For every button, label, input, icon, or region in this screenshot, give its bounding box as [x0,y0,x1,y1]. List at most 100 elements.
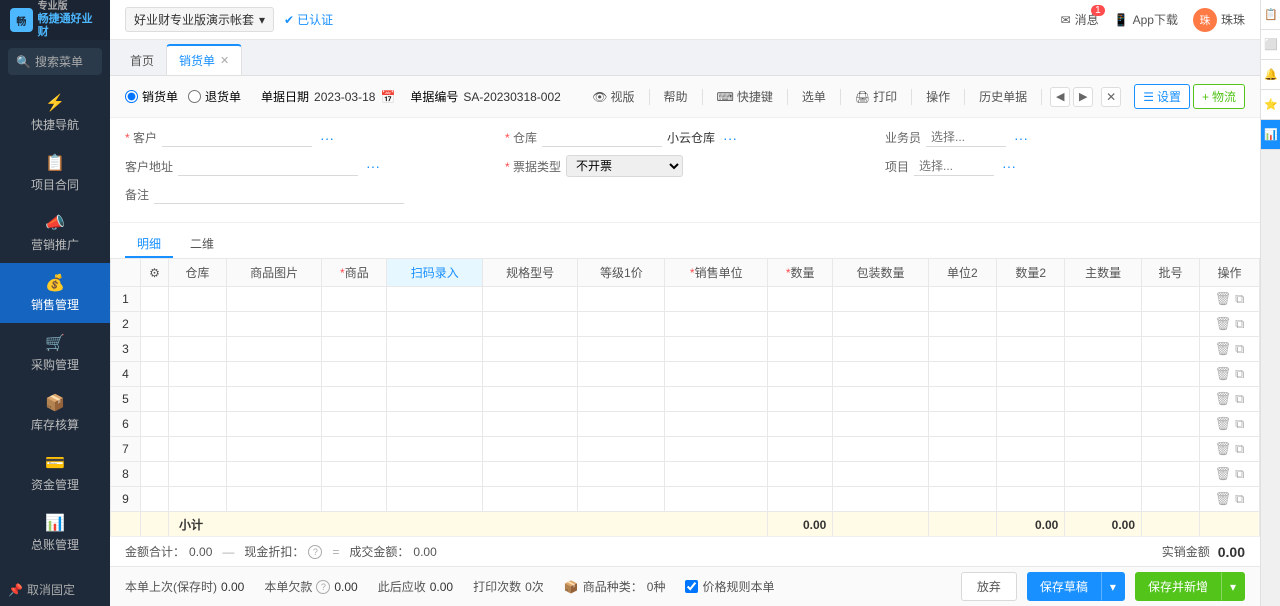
warehouse-dots[interactable]: ··· [723,130,737,146]
row-1-unit2[interactable] [928,287,996,312]
row-7-copy-icon[interactable]: ⧉ [1235,441,1244,457]
row-9-delete-icon[interactable]: 🗑 [1215,491,1232,507]
row-4-delete-icon[interactable]: 🗑 [1215,366,1232,382]
sidebar-item-xiangmuhetong[interactable]: 📋 项目合同 [0,143,110,203]
row-5-copy-icon[interactable]: ⧉ [1235,391,1244,407]
row-2-pack-qty[interactable] [833,312,928,337]
sidebar-item-zongzhangguanli[interactable]: 📊 总账管理 [0,503,110,563]
staff-input[interactable] [926,128,1006,147]
action-bangzhu[interactable]: 帮助 [658,86,694,107]
tab-sales-order[interactable]: 销货单 ✕ [166,44,242,75]
row-2-price1[interactable] [578,312,665,337]
row-2-batch[interactable] [1142,312,1200,337]
sidebar-item-caigouguanli[interactable]: 🛒 采购管理 [0,323,110,383]
right-btn-4[interactable]: ⭐ [1261,90,1280,120]
right-btn-5[interactable]: 📊 [1261,120,1280,150]
row-2-product[interactable] [322,312,387,337]
row-8-copy-icon[interactable]: ⧉ [1235,466,1244,482]
action-kuaijiejian[interactable]: ⌨ 快捷键 [711,86,779,107]
row-9-copy-icon[interactable]: ⧉ [1235,491,1244,507]
row-1-spec[interactable] [482,287,577,312]
sidebar-search-area[interactable]: 🔍 搜索菜单 [0,40,110,83]
sidebar-item-xiaoshouguanli[interactable]: 💰 销售管理 [0,263,110,323]
row-1-product[interactable] [322,287,387,312]
tab-close-icon[interactable]: ✕ [220,54,229,67]
close-button[interactable]: ✕ [1101,87,1121,107]
row-1-main-qty[interactable] [1065,287,1142,312]
customer-dots[interactable]: ··· [320,130,334,146]
row-2-delete-icon[interactable]: 🗑 [1215,316,1232,332]
company-selector[interactable]: 好业财专业版演示帐套 ▾ [125,7,274,32]
tab-home[interactable]: 首页 [120,46,164,75]
row-2-spec[interactable] [482,312,577,337]
next-arrow[interactable]: ▶ [1073,87,1093,107]
row-3-delete-icon[interactable]: 🗑 [1215,341,1232,357]
help-icon[interactable]: ? [308,545,322,559]
sidebar-item-kuaijiedaohang[interactable]: ⚡ 快捷导航 [0,83,110,143]
note-input[interactable] [154,185,404,204]
row-1-pack-qty[interactable] [833,287,928,312]
message-button[interactable]: ✉ 消息 1 [1061,11,1099,28]
sidebar-item-fapinguanli[interactable]: 🧾 发票管理 [0,563,110,573]
project-dots[interactable]: ··· [1002,158,1016,174]
address-input[interactable] [178,157,358,176]
row-1-delete-icon[interactable]: 🗑 [1215,291,1232,307]
settings-button[interactable]: ☰ 设置 [1134,84,1190,109]
radio-sale-input[interactable] [125,90,138,103]
app-download-button[interactable]: 📱 App下载 [1114,11,1178,28]
row-2-unit2[interactable] [928,312,996,337]
right-btn-2[interactable]: ⬜ [1261,30,1280,60]
row-8-delete-icon[interactable]: 🗑 [1215,466,1232,482]
right-btn-1[interactable]: 📋 [1261,0,1280,30]
row-2-unit[interactable] [665,312,768,337]
row-5-delete-icon[interactable]: 🗑 [1215,391,1232,407]
abandon-button[interactable]: 放弃 [961,572,1017,601]
right-btn-3[interactable]: 🔔 [1261,60,1280,90]
row-6-copy-icon[interactable]: ⧉ [1235,416,1244,432]
row-1-qty[interactable] [768,287,833,312]
radio-return-input[interactable] [188,90,201,103]
save-new-button[interactable]: 保存并新增 [1135,572,1221,601]
sidebar-item-kucunhesuan[interactable]: 📦 库存核算 [0,383,110,443]
sidebar-pin-toggle[interactable]: 📌 取消固定 [0,573,110,606]
sidebar-item-yingxiaotuiguang[interactable]: 📣 营销推广 [0,203,110,263]
save-draft-arrow[interactable]: ▾ [1101,572,1125,601]
row-1-barcode[interactable] [387,287,482,312]
radio-return[interactable]: 退货单 [188,88,241,105]
row-7-delete-icon[interactable]: 🗑 [1215,441,1232,457]
staff-dots[interactable]: ··· [1014,130,1028,146]
row-1-price1[interactable] [578,287,665,312]
row-1-batch[interactable] [1142,287,1200,312]
row-6-delete-icon[interactable]: 🗑 [1215,416,1232,432]
row-2-qty[interactable] [768,312,833,337]
tab-mingxi[interactable]: 明细 [125,231,173,258]
row-2-qty2[interactable] [997,312,1065,337]
row-1-unit[interactable] [665,287,768,312]
save-draft-button[interactable]: 保存草稿 [1027,572,1101,601]
row-2-barcode[interactable] [387,312,482,337]
price-rule-checkbox-input[interactable] [685,580,698,593]
action-lishidanju[interactable]: 历史单据 [973,86,1033,107]
project-input[interactable] [914,157,994,176]
save-new-arrow[interactable]: ▾ [1221,572,1245,601]
row-1-warehouse[interactable] [169,287,227,312]
calendar-icon[interactable]: 📅 [380,90,395,104]
ticket-select[interactable]: 不开票 增值税普通发票 增值税专用发票 [566,155,683,177]
radio-sale[interactable]: 销货单 [125,88,178,105]
customer-input[interactable] [162,128,312,147]
row-2-copy-icon[interactable]: ⧉ [1235,316,1244,332]
search-menu-button[interactable]: 🔍 搜索菜单 [8,48,102,75]
tab-erwei[interactable]: 二维 [178,231,226,258]
price-rule-checkbox[interactable]: 价格规则本单 [685,578,774,595]
action-xuandan[interactable]: 选单 [796,86,832,107]
debt-help-icon[interactable]: ? [316,580,330,594]
address-dots[interactable]: ··· [366,158,380,174]
th-settings[interactable]: ⚙ [141,259,169,287]
user-menu[interactable]: 珠 珠珠 [1193,8,1245,32]
action-shiban[interactable]: 👁 视版 [586,86,640,107]
row-3-copy-icon[interactable]: ⧉ [1235,341,1244,357]
row-2-warehouse[interactable] [169,312,227,337]
warehouse-input[interactable] [542,128,662,147]
row-1-copy-icon[interactable]: ⧉ [1235,291,1244,307]
sidebar-item-zijinguanli[interactable]: 💳 资金管理 [0,443,110,503]
